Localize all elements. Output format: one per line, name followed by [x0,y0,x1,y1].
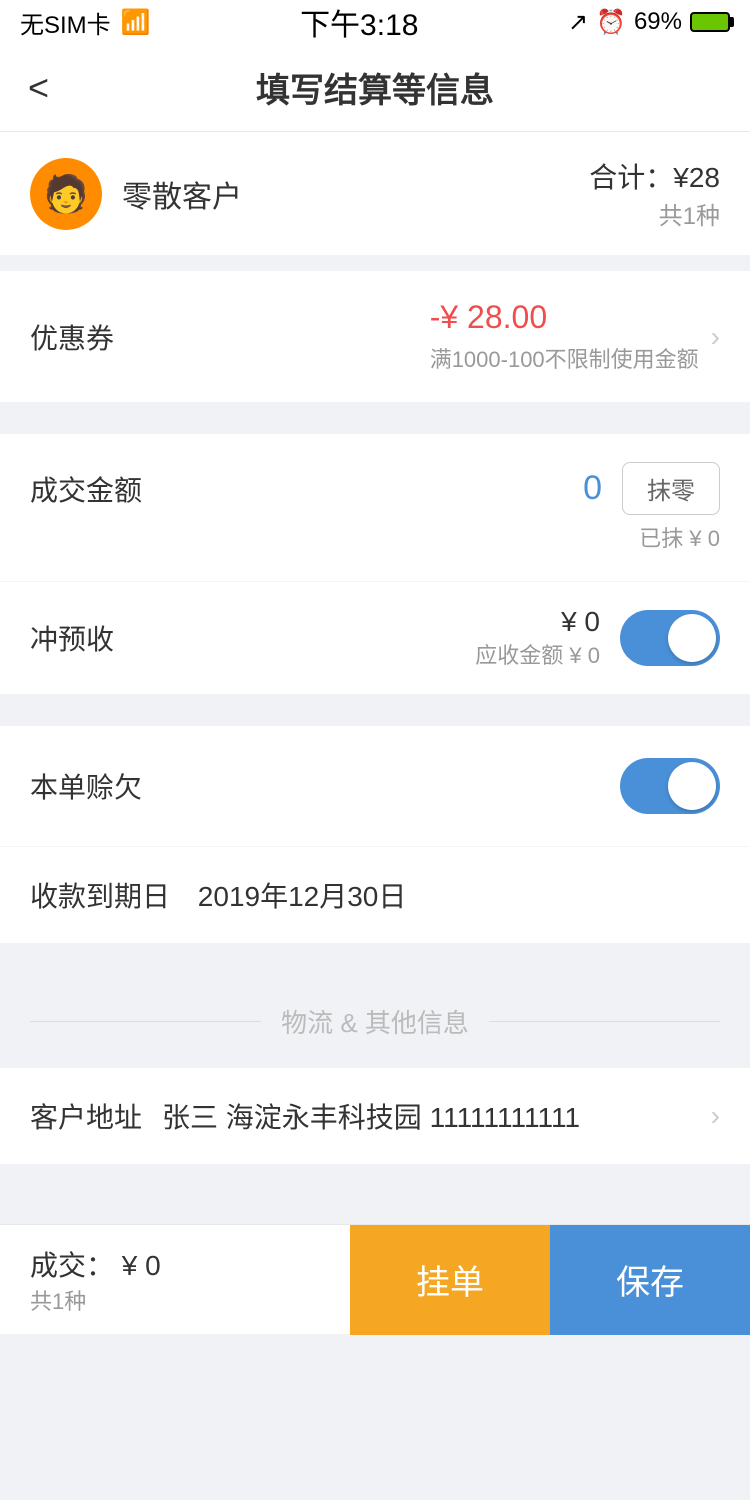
due-date-value: 2019年12月30日 [198,881,407,912]
bottom-deal-text: 成交： ¥ 0 [30,1244,350,1284]
status-bar: 无SIM卡 📶 下午3:18 ↗ ⏰ 69% [0,0,750,44]
separator-2 [0,710,750,726]
bottom-bar: 成交： ¥ 0 共1种 挂单 保存 [0,1224,750,1334]
address-label: 客户地址 [30,1096,142,1136]
address-left: 客户地址 张三 海淀永丰科技园 11111111111 [30,1096,580,1136]
coupon-section: 优惠券 -¥ 28.00 满1000-100不限制使用金额 › [0,271,750,402]
nav-bar: < 填写结算等信息 [0,44,750,132]
logistics-header-text: 物流 & 其他信息 [281,1003,469,1040]
battery-percent: 69% [634,8,682,36]
deal-sub: 已抹 ¥ 0 [30,521,720,553]
prepayment-label: 冲预收 [30,618,114,658]
separator-1 [0,418,750,434]
customer-total: 合计：¥28 共1种 [589,156,720,231]
separator-3 [0,959,750,975]
avatar-icon: 🧑 [44,173,89,215]
transaction-section: 成交金额 0 抹零 已抹 ¥ 0 冲预收 ¥ 0 应收金额 ¥ 0 [0,434,750,694]
customer-name: 零散客户 [122,172,242,216]
customer-section: 🧑 零散客户 合计：¥28 共1种 [0,132,750,255]
coupon-desc: 满1000-100不限制使用金额 [430,342,699,374]
deal-amount-row: 成交金额 0 抹零 已抹 ¥ 0 [0,434,750,581]
bottom-count: 共1种 [30,1284,350,1316]
bottom-deal-amount: ¥ 0 [122,1250,161,1281]
total-amount: 合计：¥28 [589,156,720,196]
prepayment-middle: ¥ 0 应收金额 ¥ 0 [114,606,600,670]
coupon-chevron: › [711,321,720,353]
round-button[interactable]: 抹零 [622,462,720,515]
address-row[interactable]: 客户地址 张三 海淀永丰科技园 11111111111 › [0,1068,750,1164]
coupon-value-area: -¥ 28.00 满1000-100不限制使用金额 [430,299,699,374]
prepayment-sub: 应收金额 ¥ 0 [114,638,600,670]
prepayment-amount: ¥ 0 [114,606,600,638]
credit-row: 本单赊欠 [0,726,750,846]
credit-toggle[interactable] [620,758,720,814]
credit-section: 本单赊欠 收款到期日 2019年12月30日 [0,726,750,943]
due-label: 收款到期日 [30,881,170,912]
deal-label: 成交金额 [30,469,142,509]
coupon-right: -¥ 28.00 满1000-100不限制使用金额 › [430,299,720,374]
credit-label: 本单赊欠 [30,766,142,806]
coupon-label: 优惠券 [30,317,114,357]
bottom-deal-label: 成交： [30,1250,114,1281]
coupon-row[interactable]: 优惠券 -¥ 28.00 满1000-100不限制使用金额 › [0,271,750,402]
bottom-info: 成交： ¥ 0 共1种 [0,1244,350,1316]
battery-icon [690,12,730,32]
prepayment-toggle[interactable] [620,610,720,666]
back-button[interactable]: < [28,67,49,109]
coupon-discount: -¥ 28.00 [430,299,699,336]
address-chevron: › [711,1100,720,1132]
status-time: 下午3:18 [300,0,418,44]
status-left: 无SIM卡 📶 [20,5,151,40]
hold-button[interactable]: 挂单 [350,1225,550,1335]
status-right: ↗ ⏰ 69% [568,8,730,37]
save-button[interactable]: 保存 [550,1225,750,1335]
location-icon: ↗ [568,8,588,37]
logistics-section: 物流 & 其他信息 [0,975,750,1068]
customer-avatar: 🧑 [30,158,102,230]
total-count: 共1种 [589,196,720,231]
signal-text: 无SIM卡 [20,5,111,40]
deal-value[interactable]: 0 [583,469,602,508]
prepayment-row: 冲预收 ¥ 0 应收金额 ¥ 0 [0,582,750,694]
address-value: 张三 海淀永丰科技园 11111111111 [162,1096,580,1136]
due-date-row: 收款到期日 2019年12月30日 [0,846,750,943]
wifi-icon: 📶 [121,8,151,37]
alarm-icon: ⏰ [596,8,626,37]
customer-left: 🧑 零散客户 [30,158,242,230]
page-title: 填写结算等信息 [256,63,494,112]
